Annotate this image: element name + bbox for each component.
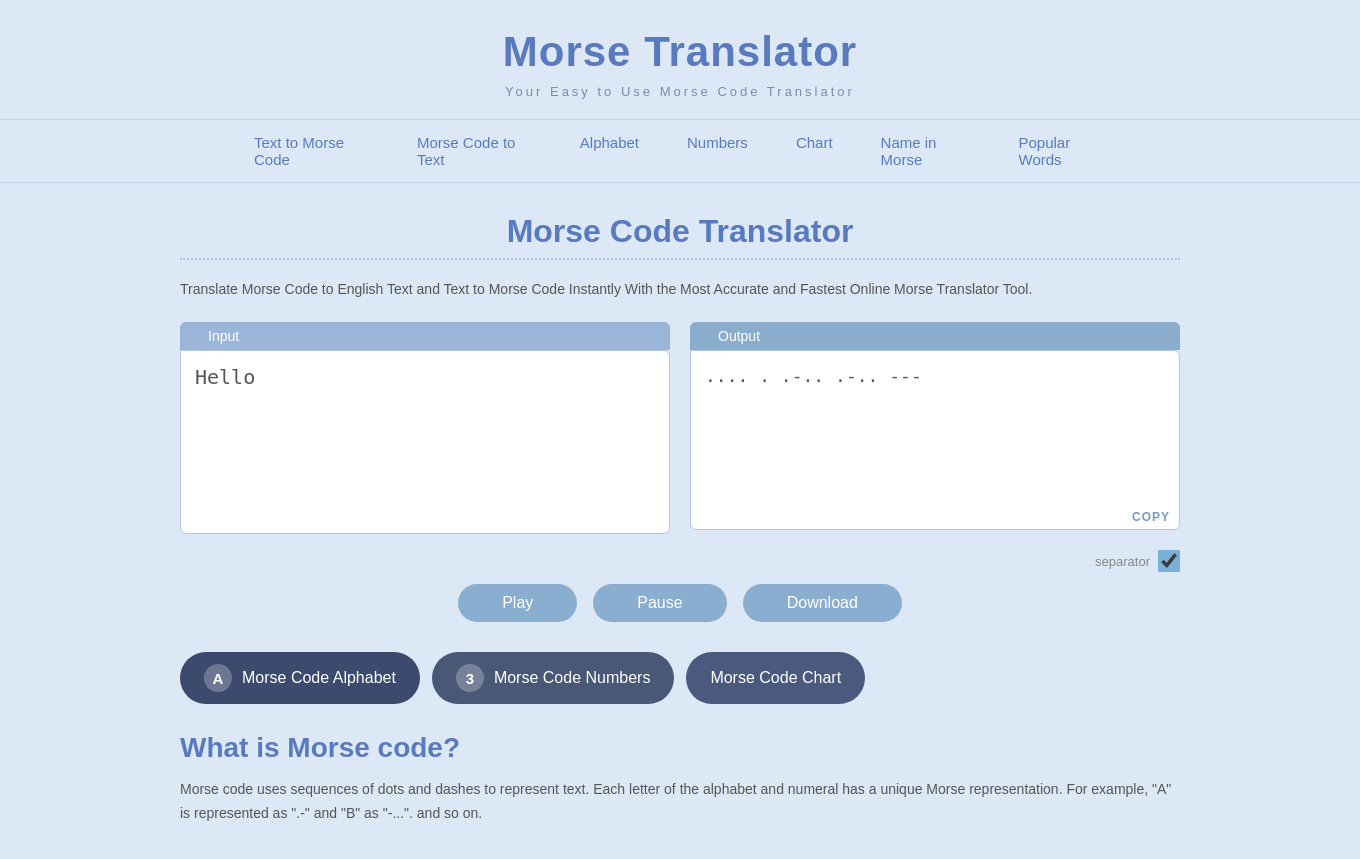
main-nav: Text to Morse Code Morse Code to Text Al… xyxy=(230,120,1130,182)
separator-label: separator xyxy=(1095,554,1150,569)
translator-area: Input Hello Output .... . .-.. .-.. --- … xyxy=(180,322,1180,534)
what-section: What is Morse code? Morse code uses sequ… xyxy=(180,732,1180,826)
tab-alphabet-label: Morse Code Alphabet xyxy=(242,669,396,687)
tabs-row: A Morse Code Alphabet 3 Morse Code Numbe… xyxy=(180,652,1180,704)
nav-name-in-morse[interactable]: Name in Morse xyxy=(857,120,995,182)
nav-text-to-morse[interactable]: Text to Morse Code xyxy=(230,120,393,182)
nav-chart[interactable]: Chart xyxy=(772,120,857,182)
tab-numbers-icon: 3 xyxy=(456,664,484,692)
input-panel: Input Hello xyxy=(180,322,670,534)
what-text: Morse code uses sequences of dots and da… xyxy=(180,778,1180,826)
input-textarea[interactable]: Hello xyxy=(180,350,670,534)
what-title: What is Morse code? xyxy=(180,732,1180,764)
tab-alphabet[interactable]: A Morse Code Alphabet xyxy=(180,652,420,704)
nav-morse-to-text[interactable]: Morse Code to Text xyxy=(393,120,556,182)
nav-alphabet[interactable]: Alphabet xyxy=(556,120,663,182)
copy-button[interactable]: COPY xyxy=(1132,510,1170,524)
divider xyxy=(180,258,1180,260)
page-title: Morse Code Translator xyxy=(180,213,1180,250)
pause-button[interactable]: Pause xyxy=(593,584,726,622)
play-button[interactable]: Play xyxy=(458,584,577,622)
separator-checkbox[interactable] xyxy=(1158,550,1180,572)
page-description: Translate Morse Code to English Text and… xyxy=(180,278,1180,300)
output-wrapper: .... . .-.. .-.. --- COPY xyxy=(690,350,1180,534)
download-button[interactable]: Download xyxy=(743,584,902,622)
tab-section: A Morse Code Alphabet 3 Morse Code Numbe… xyxy=(180,652,1180,704)
output-label: Output xyxy=(690,322,1180,350)
output-panel: Output .... . .-.. .-.. --- COPY xyxy=(690,322,1180,534)
nav-popular-words[interactable]: Popular Words xyxy=(995,120,1131,182)
separator-row: separator xyxy=(180,550,1180,572)
tab-numbers[interactable]: 3 Morse Code Numbers xyxy=(432,652,675,704)
site-subtitle: Your Easy to Use Morse Code Translator xyxy=(20,84,1340,99)
nav-numbers[interactable]: Numbers xyxy=(663,120,772,182)
output-textarea[interactable]: .... . .-.. .-.. --- xyxy=(690,350,1180,530)
tab-numbers-label: Morse Code Numbers xyxy=(494,669,651,687)
tab-alphabet-icon: A xyxy=(204,664,232,692)
action-buttons: Play Pause Download xyxy=(180,584,1180,622)
site-title: Morse Translator xyxy=(20,28,1340,76)
tab-chart-label: Morse Code Chart xyxy=(710,669,841,687)
input-label: Input xyxy=(180,322,670,350)
tab-chart[interactable]: Morse Code Chart xyxy=(686,652,865,704)
